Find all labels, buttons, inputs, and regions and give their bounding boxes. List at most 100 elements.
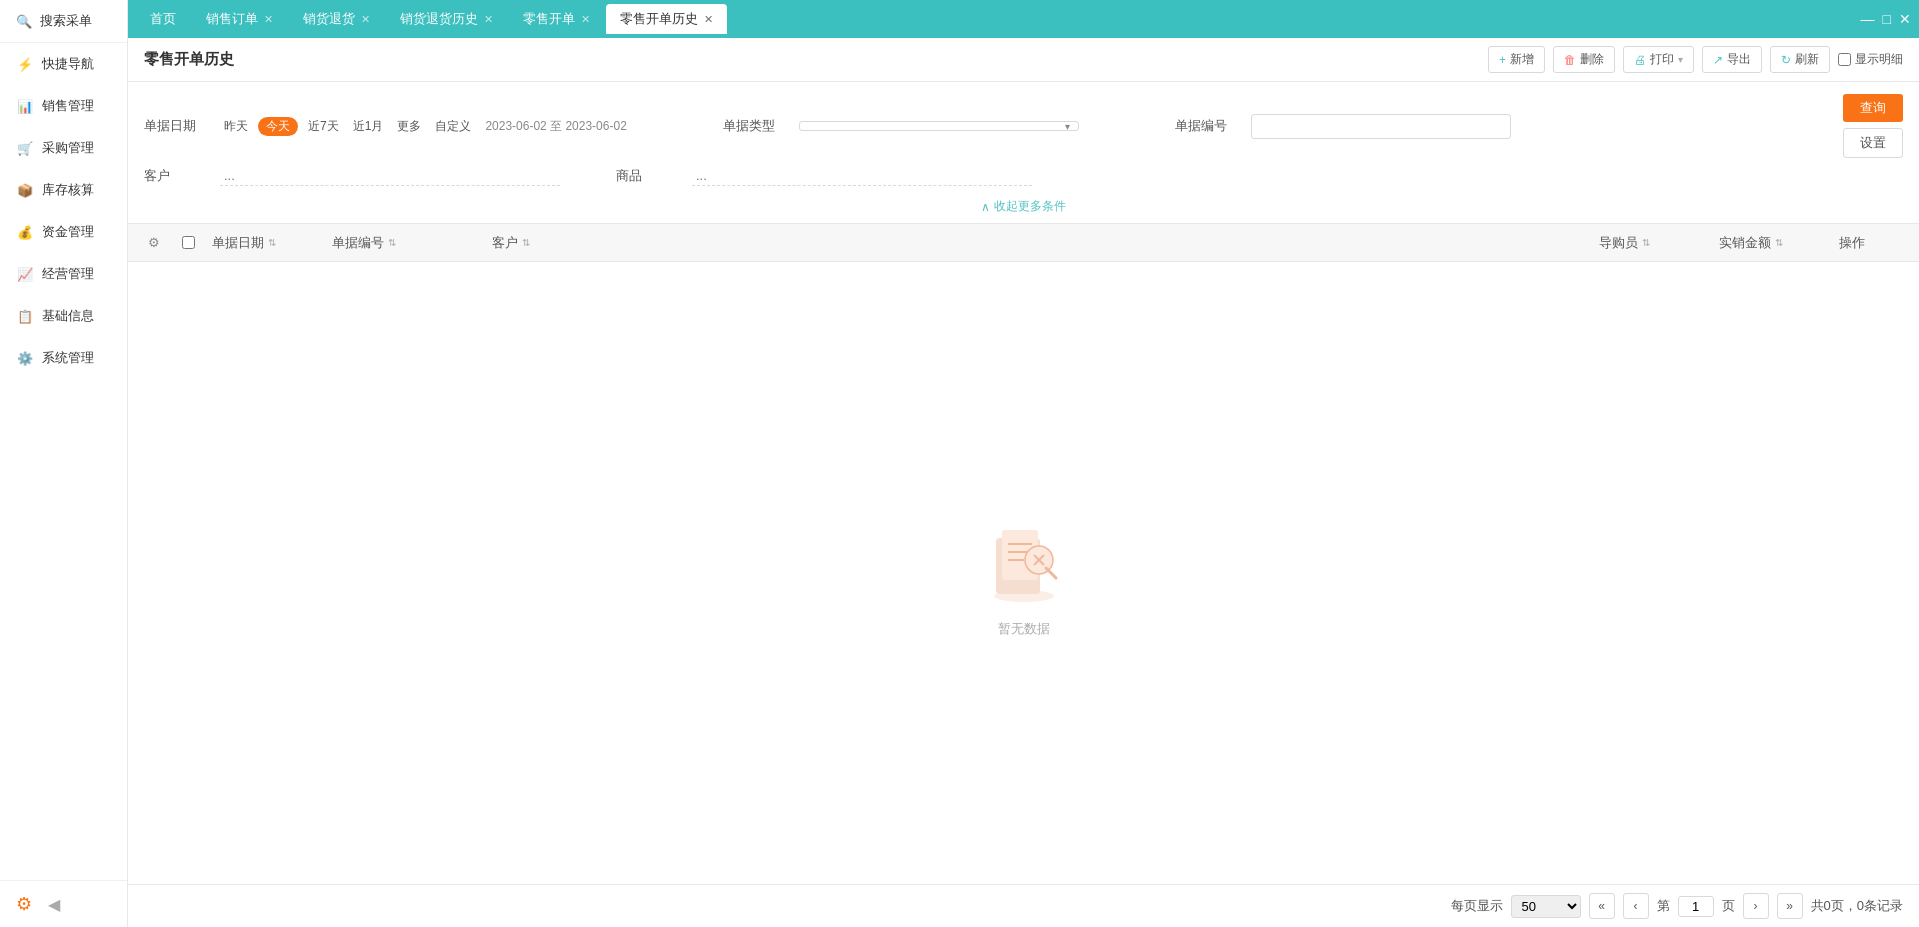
- sidebar-search-label: 搜索采单: [40, 12, 92, 30]
- col-header-customer[interactable]: 客户 ⇅: [484, 234, 1591, 252]
- page-title: 零售开单历史: [144, 50, 1480, 69]
- sidebar-search[interactable]: 🔍 搜索采单: [0, 0, 127, 43]
- sidebar-item-finance[interactable]: 💰 资金管理: [0, 211, 127, 253]
- display-detail-checkbox[interactable]: [1838, 53, 1851, 66]
- empty-state: 暂无数据: [128, 262, 1919, 884]
- col-guide-label: 导购员: [1599, 234, 1638, 252]
- col-date-label: 单据日期: [212, 234, 264, 252]
- next-page-button[interactable]: ›: [1743, 893, 1769, 919]
- query-button[interactable]: 查询: [1843, 94, 1903, 122]
- close-btn[interactable]: ✕: [1899, 11, 1911, 27]
- refresh-button[interactable]: ↻ 刷新: [1770, 46, 1830, 73]
- delete-button[interactable]: 🗑 删除: [1553, 46, 1615, 73]
- system-mgmt-icon: ⚙️: [16, 349, 34, 367]
- doc-type-arrow-icon: ▾: [1065, 121, 1070, 132]
- first-page-button[interactable]: «: [1589, 893, 1615, 919]
- per-page-select[interactable]: 50 20 100: [1511, 895, 1581, 918]
- last-page-button[interactable]: »: [1777, 893, 1803, 919]
- tab-sales-return-history[interactable]: 销货退货历史 ✕: [386, 4, 507, 34]
- date-btn-last-month[interactable]: 近1月: [349, 117, 388, 136]
- search-icon: 🔍: [16, 14, 32, 29]
- add-label: 新增: [1510, 51, 1534, 68]
- sidebar-item-label: 系统管理: [42, 349, 94, 367]
- empty-text: 暂无数据: [998, 620, 1050, 638]
- display-detail-checkbox-label[interactable]: 显示明细: [1838, 51, 1903, 68]
- sidebar-item-label: 采购管理: [42, 139, 94, 157]
- column-settings-button[interactable]: ⚙: [136, 235, 172, 250]
- select-all-checkbox[interactable]: [172, 236, 204, 249]
- sidebar-item-basic-info[interactable]: 📋 基础信息: [0, 295, 127, 337]
- sidebar-bottom: ⚙ ◀: [0, 880, 127, 927]
- sidebar-item-inventory[interactable]: 📦 库存核算: [0, 169, 127, 211]
- refresh-label: 刷新: [1795, 51, 1819, 68]
- collapse-row: ∧ 收起更多条件: [144, 194, 1903, 215]
- tab-retail-history[interactable]: 零售开单历史 ✕: [606, 4, 727, 34]
- minimize-btn[interactable]: —: [1861, 11, 1875, 27]
- print-arrow-icon: ▾: [1678, 54, 1683, 65]
- col-header-action: 操作: [1831, 234, 1911, 252]
- collapse-button[interactable]: ∧ 收起更多条件: [981, 198, 1066, 215]
- tab-sales-return[interactable]: 销货退货 ✕: [289, 4, 384, 34]
- tab-sales-order-close[interactable]: ✕: [264, 13, 273, 26]
- date-btn-more[interactable]: 更多: [393, 117, 425, 136]
- export-label: 导出: [1727, 51, 1751, 68]
- customer-input[interactable]: [220, 166, 560, 186]
- sidebar-item-purchase-mgmt[interactable]: 🛒 采购管理: [0, 127, 127, 169]
- pagination: 每页显示 50 20 100 « ‹ 第 页 › » 共0页，0条记录: [128, 884, 1919, 927]
- tab-sales-order[interactable]: 销售订单 ✕: [192, 4, 287, 34]
- date-btn-last7[interactable]: 近7天: [304, 117, 343, 136]
- col-header-guide[interactable]: 导购员 ⇅: [1591, 234, 1711, 252]
- sidebar-item-label: 经营管理: [42, 265, 94, 283]
- maximize-btn[interactable]: □: [1883, 11, 1891, 27]
- tab-retail-history-close[interactable]: ✕: [704, 13, 713, 26]
- col-guide-sort-icon: ⇅: [1642, 237, 1650, 248]
- tab-sales-return-history-label: 销货退货历史: [400, 10, 478, 28]
- prev-page-button[interactable]: ‹: [1623, 893, 1649, 919]
- tab-retail-open[interactable]: 零售开单 ✕: [509, 4, 604, 34]
- print-label: 打印: [1650, 51, 1674, 68]
- date-filter-buttons: 昨天 今天 近7天 近1月 更多 自定义 2023-06-02 至 2023-0…: [220, 117, 627, 136]
- add-button[interactable]: + 新增: [1488, 46, 1545, 73]
- col-header-amount[interactable]: 实销金额 ⇅: [1711, 234, 1831, 252]
- collapse-sidebar-icon[interactable]: ◀: [48, 895, 60, 914]
- tab-sales-return-label: 销货退货: [303, 10, 355, 28]
- tab-sales-return-close[interactable]: ✕: [361, 13, 370, 26]
- col-header-date[interactable]: 单据日期 ⇅: [204, 234, 324, 252]
- date-btn-today[interactable]: 今天: [258, 117, 298, 136]
- page-label-pre: 第: [1657, 897, 1670, 915]
- export-button[interactable]: ↗ 导出: [1702, 46, 1762, 73]
- page-input[interactable]: [1678, 896, 1714, 917]
- export-icon: ↗: [1713, 53, 1723, 67]
- tab-retail-open-label: 零售开单: [523, 10, 575, 28]
- tab-retail-open-close[interactable]: ✕: [581, 13, 590, 26]
- print-button[interactable]: 🖨 打印 ▾: [1623, 46, 1694, 73]
- select-all-input[interactable]: [182, 236, 195, 249]
- doc-type-select[interactable]: ▾: [799, 121, 1079, 131]
- sidebar-item-sales-mgmt[interactable]: 📊 销售管理: [0, 85, 127, 127]
- sidebar-item-system-mgmt[interactable]: ⚙️ 系统管理: [0, 337, 127, 379]
- settings-gear-icon[interactable]: ⚙: [16, 893, 32, 915]
- refresh-icon: ↻: [1781, 53, 1791, 67]
- date-btn-yesterday[interactable]: 昨天: [220, 117, 252, 136]
- date-btn-custom[interactable]: 自定义: [431, 117, 475, 136]
- operations-icon: 📈: [16, 265, 34, 283]
- goods-input[interactable]: [692, 166, 1032, 186]
- pagination-summary: 共0页，0条记录: [1811, 897, 1903, 915]
- sidebar-item-quick-nav[interactable]: ⚡ 快捷导航: [0, 43, 127, 85]
- setting-button[interactable]: 设置: [1843, 128, 1903, 158]
- sidebar-item-operations[interactable]: 📈 经营管理: [0, 253, 127, 295]
- print-icon: 🖨: [1634, 53, 1646, 67]
- tab-home-label: 首页: [150, 10, 176, 28]
- doc-type-label: 单据类型: [723, 117, 783, 135]
- filter-row-1: 单据日期 昨天 今天 近7天 近1月 更多 自定义 2023-06-02 至 2…: [144, 94, 1903, 158]
- doc-no-input[interactable]: [1251, 114, 1511, 139]
- goods-label: 商品: [616, 167, 676, 185]
- doc-no-label: 单据编号: [1175, 117, 1235, 135]
- collapse-label: 收起更多条件: [994, 198, 1066, 215]
- tab-home[interactable]: 首页: [136, 4, 190, 34]
- col-header-no[interactable]: 单据编号 ⇅: [324, 234, 484, 252]
- tab-sales-return-history-close[interactable]: ✕: [484, 13, 493, 26]
- quick-nav-icon: ⚡: [16, 55, 34, 73]
- page-label: 页: [1722, 897, 1735, 915]
- filter-area: 单据日期 昨天 今天 近7天 近1月 更多 自定义 2023-06-02 至 2…: [128, 82, 1919, 224]
